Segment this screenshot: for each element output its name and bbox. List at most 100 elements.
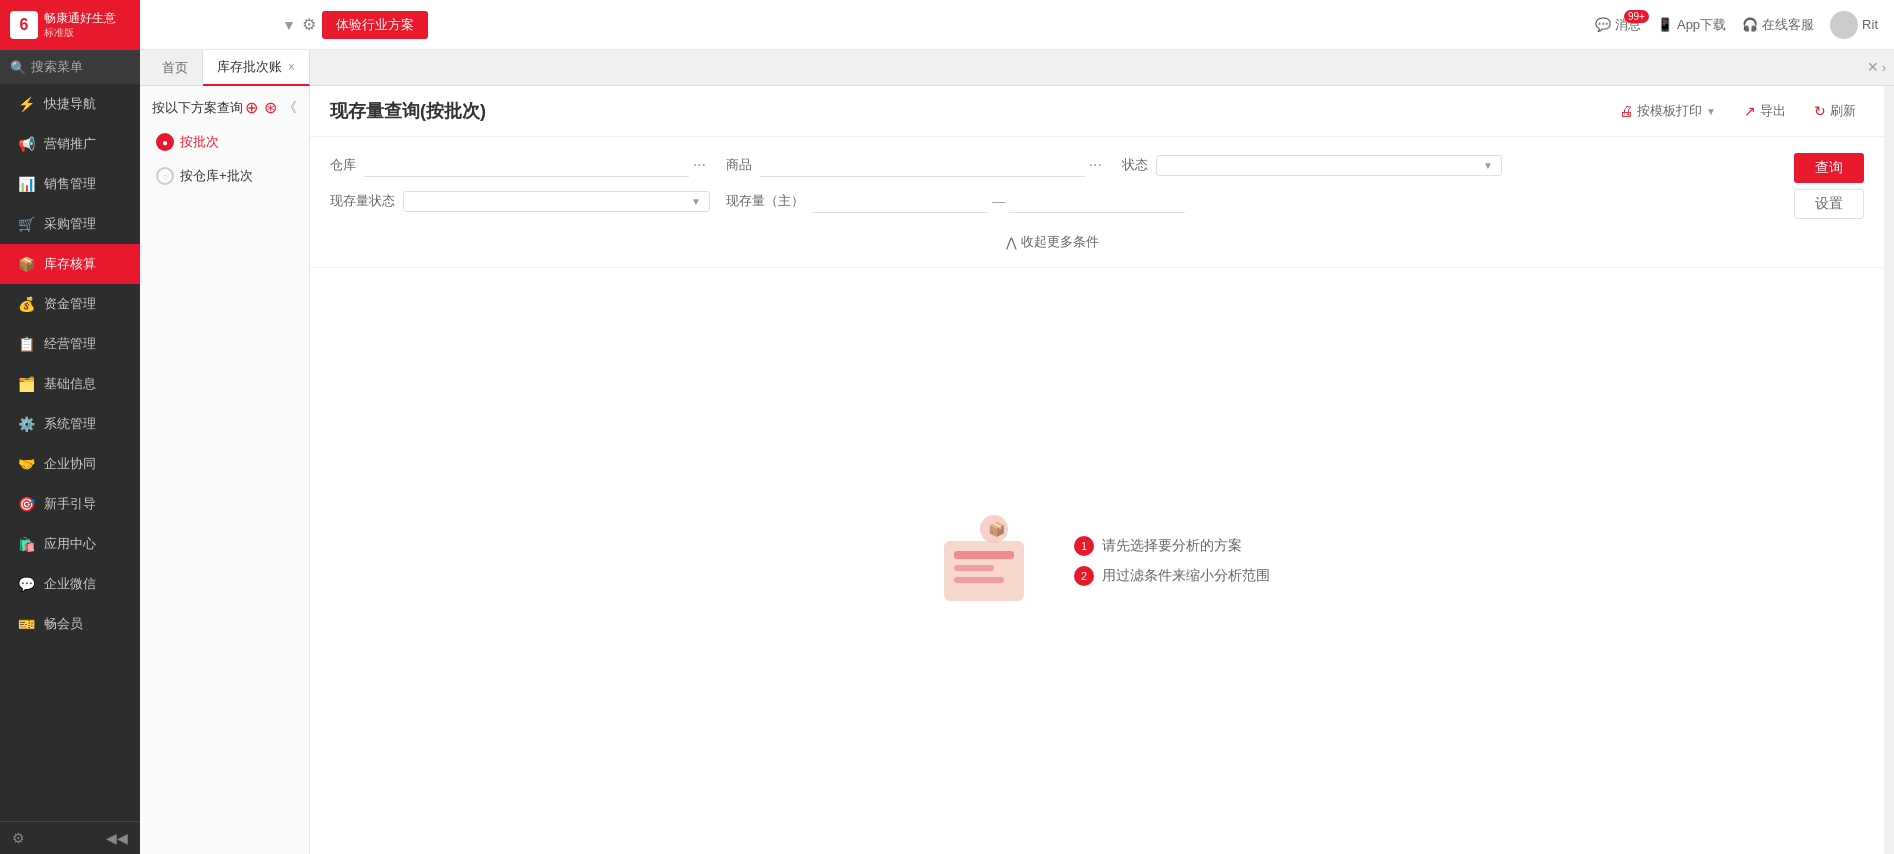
sidebar-item-member[interactable]: 🎫 畅会员 (0, 604, 140, 644)
main-close-icon[interactable]: × (1867, 57, 1878, 78)
left-panel-actions: ⊕ ⊛ 《 (245, 98, 297, 117)
operation-icon: 📋 (16, 334, 36, 354)
collapse-more-button[interactable]: ⋀ 收起更多条件 (330, 225, 1774, 251)
topbar-search-area: ▼ ⚙ 体验行业方案 (156, 11, 1585, 39)
schema-item-warehouse-batch[interactable]: ○ 按仓库+批次 (140, 159, 309, 193)
tabs-bar: 首页 库存批次账 × × › (140, 50, 1894, 86)
tab-close-icon[interactable]: × (288, 60, 295, 74)
wechat-icon: 💬 (16, 574, 36, 594)
stock-status-select[interactable]: ▼ (403, 191, 710, 212)
member-icon: 🎫 (16, 614, 36, 634)
sidebar-item-system[interactable]: ⚙️ 系统管理 (0, 404, 140, 444)
query-button[interactable]: 查询 (1794, 153, 1864, 183)
message-icon: 💬 (1595, 17, 1611, 32)
sidebar-item-inventory[interactable]: 📦 库存核算 (0, 244, 140, 284)
enterprise-icon: 🤝 (16, 454, 36, 474)
page-header: 现存量查询(按批次) 🖨 按模板打印 ▼ ↗ 导出 ↻ 刷新 (310, 86, 1884, 137)
add-schema-icon[interactable]: ⊕ (245, 98, 258, 117)
export-button[interactable]: ↗ 导出 (1736, 98, 1794, 124)
sidebar-item-marketing[interactable]: 📢 营销推广 (0, 124, 140, 164)
tab-inventory-batch[interactable]: 库存批次账 × (203, 50, 310, 86)
newbie-icon: 🎯 (16, 494, 36, 514)
sidebar-nav: ⚡ 快捷导航 📢 营销推广 📊 销售管理 🛒 采购管理 📦 库存核算 💰 资金管… (0, 84, 140, 821)
main-area: ▼ ⚙ 体验行业方案 💬 消息 99+ 📱 App下载 🎧 在线客服 Rit (140, 0, 1894, 854)
print-icon: 🖨 (1619, 103, 1633, 119)
sidebar-item-operation[interactable]: 📋 经营管理 (0, 324, 140, 364)
topbar: ▼ ⚙ 体验行业方案 💬 消息 99+ 📱 App下载 🎧 在线客服 Rit (140, 0, 1894, 50)
right-scrollbar[interactable] (1884, 86, 1894, 854)
status-dropdown-icon: ▼ (1483, 160, 1493, 171)
empty-illustration: 📦 (924, 501, 1044, 621)
status-select[interactable]: ▼ (1156, 155, 1502, 176)
topbar-right: 💬 消息 99+ 📱 App下载 🎧 在线客服 Rit (1595, 11, 1878, 39)
warehouse-filter: 仓库 ··· (330, 153, 710, 177)
schema-settings-icon[interactable]: ⊛ (264, 98, 277, 117)
trial-button[interactable]: 体验行业方案 (322, 11, 428, 39)
avatar-image (1830, 11, 1858, 39)
sidebar-item-quick[interactable]: ⚡ 快捷导航 (0, 84, 140, 124)
sidebar-item-purchase[interactable]: 🛒 采购管理 (0, 204, 140, 244)
system-icon: ⚙️ (16, 414, 36, 434)
marketing-icon: 📢 (16, 134, 36, 154)
print-dropdown-icon[interactable]: ▼ (1706, 106, 1716, 117)
messages-button[interactable]: 💬 消息 99+ (1595, 16, 1641, 34)
phone-icon: 📱 (1657, 17, 1673, 32)
export-icon: ↗ (1744, 103, 1756, 119)
sidebar-item-appstore[interactable]: 🛍️ 应用中心 (0, 524, 140, 564)
sidebar-item-sales[interactable]: 📊 销售管理 (0, 164, 140, 204)
left-schema-panel: 按以下方案查询 ⊕ ⊛ 《 ● 按批次 ○ 按仓库+批次 (140, 86, 310, 854)
collapse-icon: ⋀ (1006, 235, 1017, 250)
stock-status-filter: 现存量状态 ▼ (330, 191, 710, 212)
sidebar-item-enterprise[interactable]: 🤝 企业协同 (0, 444, 140, 484)
stock-qty-max-input[interactable] (1009, 189, 1185, 213)
warehouse-more-icon[interactable]: ··· (689, 156, 710, 174)
collapse-panel-icon[interactable]: 《 (283, 99, 297, 117)
empty-tips: 1 请先选择要分析的方案 2 用过滤条件来缩小分析范围 (1074, 536, 1270, 586)
app-download-button[interactable]: 📱 App下载 (1657, 16, 1726, 34)
user-avatar[interactable]: Rit (1830, 11, 1878, 39)
sidebar-item-base[interactable]: 🗂️ 基础信息 (0, 364, 140, 404)
sidebar-item-finance[interactable]: 💰 资金管理 (0, 284, 140, 324)
sidebar-item-newbie[interactable]: 🎯 新手引导 (0, 484, 140, 524)
print-template-button[interactable]: 🖨 按模板打印 ▼ (1611, 98, 1724, 124)
page-title: 现存量查询(按批次) (330, 99, 486, 123)
search-menu-item[interactable]: 🔍 搜索菜单 (0, 50, 140, 84)
sidebar-item-wechat[interactable]: 💬 企业微信 (0, 564, 140, 604)
purchase-icon: 🛒 (16, 214, 36, 234)
svg-rect-2 (954, 565, 994, 571)
sidebar: 6 畅康通好生意 标准版 🔍 搜索菜单 ⚡ 快捷导航 📢 营销推广 📊 销售管理… (0, 0, 140, 854)
status-filter: 状态 ▼ (1122, 155, 1502, 176)
stock-qty-min-input[interactable] (812, 189, 988, 213)
sidebar-collapse-icon[interactable]: ◀◀ (106, 830, 128, 846)
filter-area: 仓库 ··· 商品 ··· 状态 (310, 137, 1884, 268)
topbar-dropdown-icon[interactable]: ▼ (282, 17, 296, 33)
warehouse-input[interactable] (364, 153, 689, 177)
topbar-gear-icon[interactable]: ⚙ (302, 15, 316, 34)
online-service-button[interactable]: 🎧 在线客服 (1742, 16, 1814, 34)
tab-home[interactable]: 首页 (148, 50, 203, 86)
goods-filter: 商品 ··· (726, 153, 1106, 177)
right-panel: 现存量查询(按批次) 🖨 按模板打印 ▼ ↗ 导出 ↻ 刷新 (310, 86, 1884, 854)
schema-item-batch[interactable]: ● 按批次 (140, 125, 309, 159)
app-name-text: 畅康通好生意 标准版 (44, 11, 116, 40)
sidebar-header: 6 畅康通好生意 标准版 (0, 0, 140, 50)
stock-qty-range: — (812, 189, 1185, 213)
page-actions: 🖨 按模板打印 ▼ ↗ 导出 ↻ 刷新 (1611, 98, 1864, 124)
empty-state: 📦 1 请先选择要分析的方案 2 用过滤条件来缩小分析范围 (310, 268, 1884, 854)
svg-text:📦: 📦 (988, 521, 1006, 538)
app-logo: 6 (10, 11, 38, 39)
quick-icon: ⚡ (16, 94, 36, 114)
filter-row-2: 现存量状态 ▼ 现存量（主） — (330, 189, 1774, 213)
sidebar-footer: ⚙ ◀◀ (0, 821, 140, 854)
schema-inactive-dot: ○ (156, 167, 174, 185)
chevron-right-icon[interactable]: › (1882, 61, 1886, 75)
refresh-button[interactable]: ↻ 刷新 (1806, 98, 1864, 124)
goods-more-icon[interactable]: ··· (1085, 156, 1106, 174)
content-area: 按以下方案查询 ⊕ ⊛ 《 ● 按批次 ○ 按仓库+批次 现存量查询(按批次) (140, 86, 1894, 854)
filter-row-1: 仓库 ··· 商品 ··· 状态 (330, 153, 1774, 177)
settings-button[interactable]: 设置 (1794, 189, 1864, 219)
svg-rect-1 (954, 551, 1014, 559)
settings-gear-icon[interactable]: ⚙ (12, 830, 25, 846)
svg-rect-3 (954, 577, 1004, 583)
goods-input[interactable] (760, 153, 1085, 177)
